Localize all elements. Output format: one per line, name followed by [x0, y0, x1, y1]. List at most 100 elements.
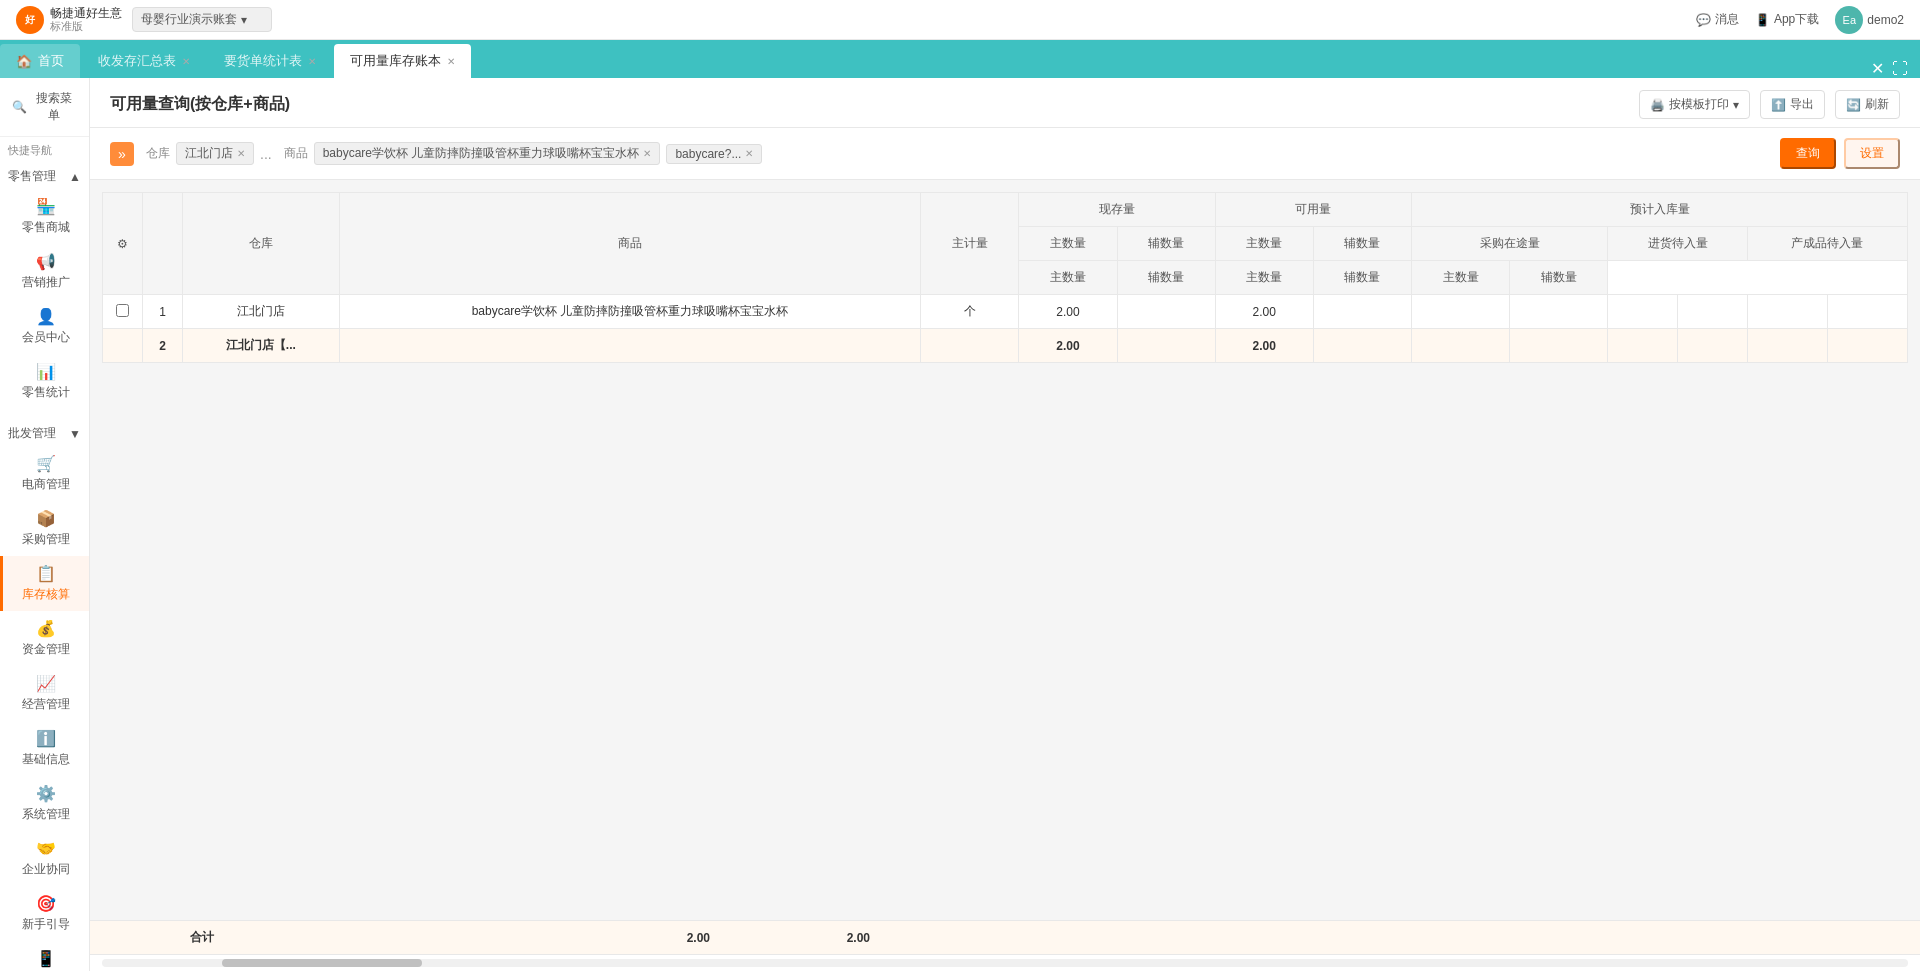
sidebar-item-enterprise[interactable]: 🤝 企业协同: [0, 831, 89, 886]
template-print-button[interactable]: 🖨️ 按模板打印 ▾: [1639, 90, 1750, 119]
query-button[interactable]: 查询: [1780, 138, 1836, 169]
product-tag-2[interactable]: babycare?... ✕: [666, 144, 762, 164]
sidebar-item-member[interactable]: 👤 会员中心: [0, 299, 89, 354]
sidebar-item-marketing[interactable]: 📢 营销推广: [0, 244, 89, 299]
sidebar-search-area: 🔍 搜索菜单: [0, 78, 89, 137]
ecommerce-icon: 🛒: [36, 454, 56, 473]
th-warehouse: 仓库: [183, 193, 340, 295]
th-planned-inbound: 预计入库量: [1412, 193, 1908, 227]
top-bar-right: 💬 消息 📱 App下载 Ea demo2: [1696, 6, 1904, 34]
product-tag-1[interactable]: babycare学饮杯 儿童防摔防撞吸管杯重力球吸嘴杯宝宝水杯 ✕: [314, 142, 661, 165]
basic-icon: ℹ️: [36, 729, 56, 748]
refresh-icon: 🔄: [1846, 98, 1861, 112]
td-subtotal-current-aux: [1117, 329, 1215, 363]
fullscreen-icon[interactable]: ⛶: [1892, 60, 1908, 78]
td-warehouse: 江北门店: [183, 295, 340, 329]
product-filter-label: 商品: [284, 145, 308, 162]
td-subtotal-checkbox: [103, 329, 143, 363]
tab-available[interactable]: 可用量库存账本 ✕: [334, 44, 471, 78]
warehouse-more-icon[interactable]: ...: [260, 146, 272, 162]
user-avatar-area[interactable]: Ea demo2: [1835, 6, 1904, 34]
td-num: 1: [143, 295, 183, 329]
message-icon: 💬: [1696, 13, 1711, 27]
tab-bar: 🏠 首页 收发存汇总表 ✕ 要货单统计表 ✕ 可用量库存账本 ✕ ✕ ⛶: [0, 40, 1920, 78]
th-production-main: 主数量: [1412, 261, 1510, 295]
footer-current-main: 2.00: [630, 931, 710, 945]
table-row[interactable]: 1 江北门店 babycare学饮杯 儿童防摔防撞吸管杯重力球吸嘴杯宝宝水杯 个…: [103, 295, 1908, 329]
scrollbar-area: [90, 954, 1920, 971]
filter-action-buttons: 查询 设置: [1780, 138, 1900, 169]
sidebar-item-retail-mgmt[interactable]: 零售管理 ▲: [0, 160, 89, 189]
sidebar-item-wholesale-mgmt[interactable]: 批发管理 ▼: [0, 417, 89, 446]
tab-orders[interactable]: 要货单统计表 ✕: [208, 44, 332, 78]
close-tab-available[interactable]: ✕: [447, 56, 455, 67]
sidebar-item-system[interactable]: ⚙️ 系统管理: [0, 776, 89, 831]
settings-button[interactable]: 设置: [1844, 138, 1900, 169]
product-tag1-remove-icon[interactable]: ✕: [643, 148, 651, 159]
warehouse-tag[interactable]: 江北门店 ✕: [176, 142, 254, 165]
td-subtotal-purchase-aux: [1510, 329, 1608, 363]
td-subtotal-avail-aux: [1313, 329, 1411, 363]
refresh-button[interactable]: 🔄 刷新: [1835, 90, 1900, 119]
horizontal-scrollbar[interactable]: [102, 959, 1908, 967]
sidebar-item-app-center[interactable]: 📱 应用中心: [0, 941, 89, 971]
message-button[interactable]: 💬 消息: [1696, 11, 1739, 28]
th-checkbox: ⚙: [103, 193, 143, 295]
mall-icon: 🏪: [36, 197, 56, 216]
warehouse-remove-icon[interactable]: ✕: [237, 148, 245, 159]
marketing-icon: 📢: [36, 252, 56, 271]
page-header: 可用量查询(按仓库+商品) 🖨️ 按模板打印 ▾ ⬆️ 导出 🔄 刷新: [90, 78, 1920, 128]
industry-selector[interactable]: 母婴行业演示账套 ▾: [132, 7, 272, 32]
th-available: 可用量: [1215, 193, 1411, 227]
product-filter: 商品 babycare学饮杯 儿童防摔防撞吸管杯重力球吸嘴杯宝宝水杯 ✕ bab…: [284, 142, 763, 165]
inventory-icon: 📋: [36, 564, 56, 583]
export-icon: ⬆️: [1771, 98, 1786, 112]
quick-nav-label: 快捷导航: [0, 137, 89, 160]
sidebar-item-inventory[interactable]: 📋 库存核算: [0, 556, 89, 611]
td-subtotal-production-main: [1747, 329, 1827, 363]
row-checkbox-1[interactable]: [116, 304, 129, 317]
th-incoming-main: 主数量: [1215, 261, 1313, 295]
table-footer: 合计 2.00 2.00: [90, 920, 1920, 954]
td-subtotal-warehouse: 江北门店【...: [183, 329, 340, 363]
sidebar-item-retail-mall[interactable]: 🏪 零售商城: [0, 189, 89, 244]
sidebar-item-finance[interactable]: 💰 资金管理: [0, 611, 89, 666]
search-menu-button[interactable]: 🔍 搜索菜单: [8, 86, 81, 128]
scrollbar-thumb[interactable]: [222, 959, 422, 967]
sidebar-item-purchase[interactable]: 📦 采购管理: [0, 501, 89, 556]
settings-gear-icon[interactable]: ⚙: [117, 237, 128, 251]
th-current-main: 主数量: [1019, 227, 1117, 261]
th-avail-main: 主数量: [1215, 227, 1313, 261]
app-download-button[interactable]: 📱 App下载: [1755, 11, 1819, 28]
td-current-aux: [1117, 295, 1215, 329]
td-production-main: [1747, 295, 1827, 329]
td-subtotal-incoming-aux: [1678, 329, 1748, 363]
td-purchase-aux: [1510, 295, 1608, 329]
export-button[interactable]: ⬆️ 导出: [1760, 90, 1825, 119]
sidebar-item-ecommerce[interactable]: 🛒 电商管理: [0, 446, 89, 501]
tab-home[interactable]: 🏠 首页: [0, 44, 80, 78]
td-subtotal-product: [339, 329, 921, 363]
close-all-icon[interactable]: ✕: [1871, 59, 1884, 78]
td-avail-aux: [1313, 295, 1411, 329]
footer-avail-main: 2.00: [790, 931, 870, 945]
content-area: 可用量查询(按仓库+商品) 🖨️ 按模板打印 ▾ ⬆️ 导出 🔄 刷新: [90, 78, 1920, 971]
close-tab-receipts[interactable]: ✕: [182, 56, 190, 67]
page-title: 可用量查询(按仓库+商品): [110, 94, 290, 115]
td-subtotal-production-aux: [1827, 329, 1907, 363]
close-tab-orders[interactable]: ✕: [308, 56, 316, 67]
sidebar-item-basic[interactable]: ℹ️ 基础信息: [0, 721, 89, 776]
filter-expand-button[interactable]: »: [110, 142, 134, 166]
footer-total-label: 合计: [190, 929, 270, 946]
td-avail-main: 2.00: [1215, 295, 1313, 329]
print-icon: 🖨️: [1650, 98, 1665, 112]
sidebar-item-new-guide[interactable]: 🎯 新手引导: [0, 886, 89, 941]
td-incoming-main: [1608, 295, 1678, 329]
tab-receipts[interactable]: 收发存汇总表 ✕: [82, 44, 206, 78]
sidebar-item-retail-stat[interactable]: 📊 零售统计: [0, 354, 89, 409]
logo-text: 畅捷通好生意 标准版: [50, 6, 122, 34]
sidebar-item-operations[interactable]: 📈 经营管理: [0, 666, 89, 721]
product-tag2-remove-icon[interactable]: ✕: [745, 148, 753, 159]
ops-icon: 📈: [36, 674, 56, 693]
td-checkbox[interactable]: [103, 295, 143, 329]
